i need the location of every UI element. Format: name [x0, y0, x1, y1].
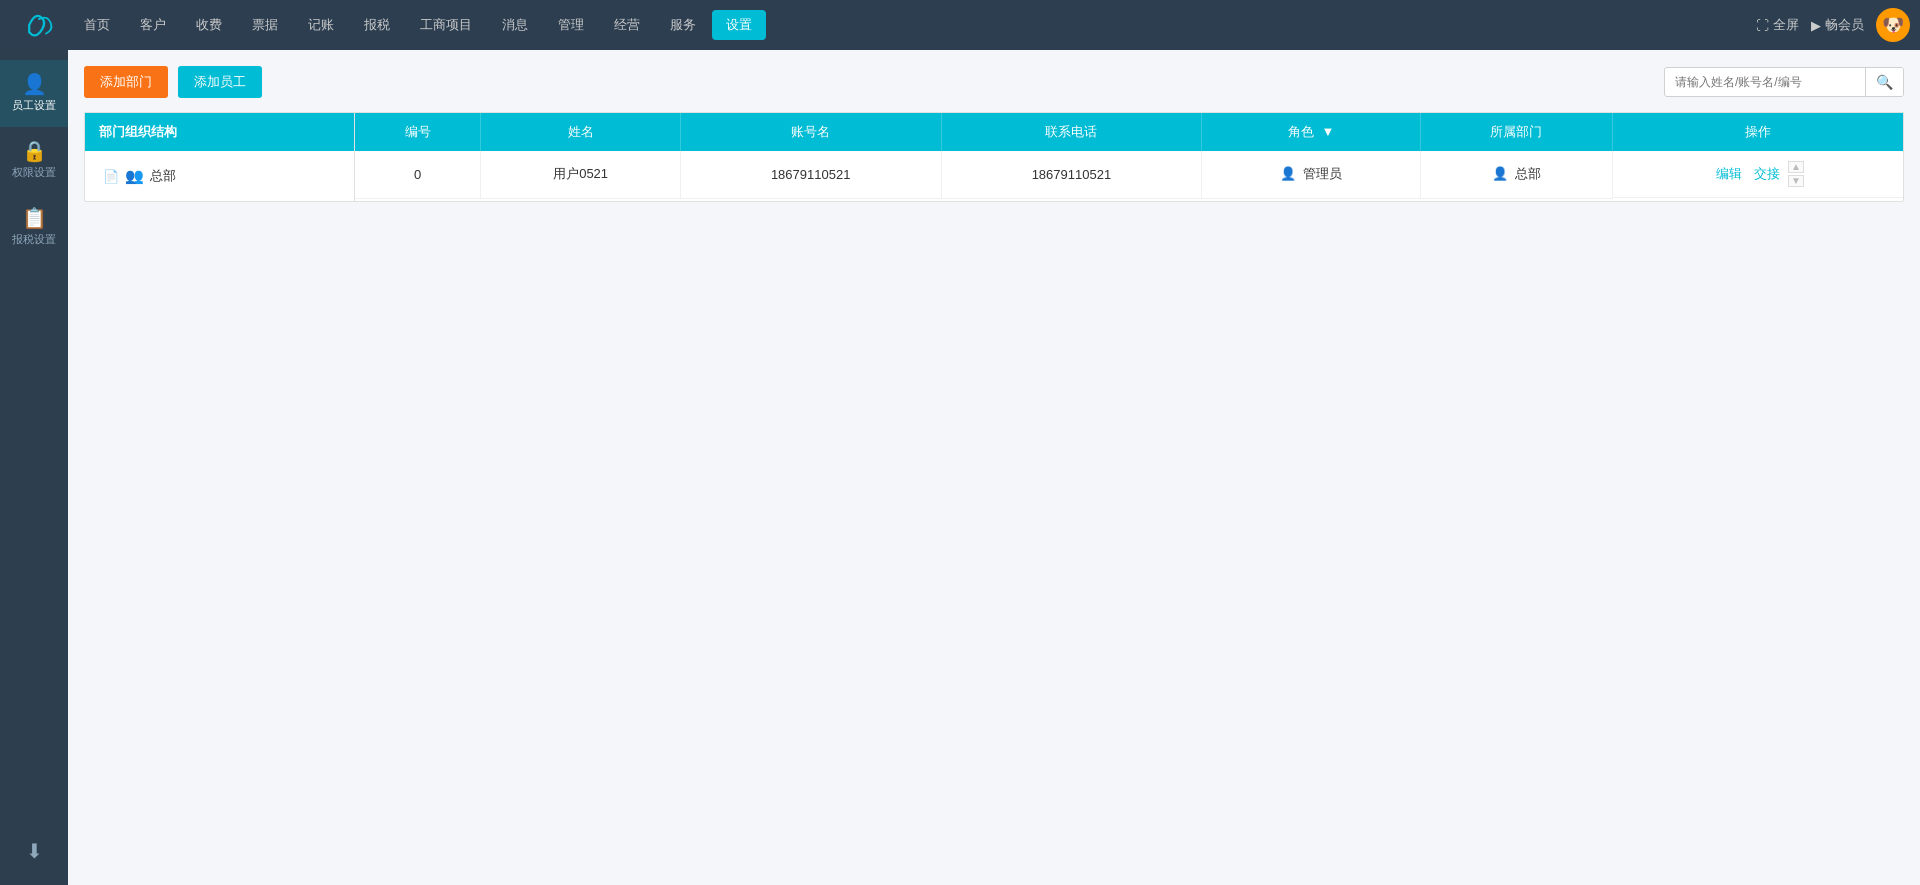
scroll-down[interactable]: ▼ — [1788, 175, 1804, 187]
vip-icon: ▶ — [1811, 18, 1821, 33]
role-user-icon: 👤 — [1280, 166, 1296, 181]
panel-layout: 部门组织结构 📄 👥 总部 编号 姓名 账号名 — [84, 112, 1904, 202]
role-label: 管理员 — [1303, 166, 1342, 181]
nav-business[interactable]: 工商项目 — [406, 10, 486, 40]
cell-account: 18679110521 — [680, 151, 941, 198]
col-actions: 操作 — [1612, 113, 1903, 151]
scroll-controls: ▲ ▼ — [1788, 161, 1804, 187]
nav-message[interactable]: 消息 — [488, 10, 542, 40]
nav-operation[interactable]: 经营 — [600, 10, 654, 40]
col-name: 姓名 — [481, 113, 680, 151]
nav-bills[interactable]: 票据 — [238, 10, 292, 40]
top-navigation: 首页 客户 收费 票据 记账 报税 工商项目 消息 管理 经营 服务 设置 ⛶ … — [0, 0, 1920, 50]
sidebar-item-permission[interactable]: 🔒 权限设置 — [0, 127, 68, 194]
taxsettings-icon: 📋 — [22, 208, 47, 228]
sidebar-label-employee: 员工设置 — [12, 98, 56, 113]
fullscreen-label: 全屏 — [1773, 16, 1799, 34]
dept-person-icon: 👥 — [125, 167, 144, 185]
nav-fee[interactable]: 收费 — [182, 10, 236, 40]
nav-home[interactable]: 首页 — [70, 10, 124, 40]
search-box: 🔍 — [1664, 67, 1904, 97]
nav-accounting[interactable]: 记账 — [294, 10, 348, 40]
add-emp-button[interactable]: 添加员工 — [178, 66, 262, 98]
nav-manage[interactable]: 管理 — [544, 10, 598, 40]
sidebar-label-permission: 权限设置 — [12, 165, 56, 180]
nav-tax[interactable]: 报税 — [350, 10, 404, 40]
cell-name: 用户0521 — [481, 151, 680, 198]
col-dept: 所属部门 — [1420, 113, 1612, 151]
sidebar-download[interactable]: ⬇ — [26, 827, 43, 875]
toolbar: 添加部门 添加员工 🔍 — [84, 66, 1904, 98]
logo — [10, 7, 70, 43]
cell-role: 👤 管理员 — [1202, 151, 1421, 198]
nav-service[interactable]: 服务 — [656, 10, 710, 40]
col-account: 账号名 — [680, 113, 941, 151]
tree-body: 📄 👥 总部 — [85, 151, 354, 201]
file-icon: 📄 — [103, 169, 119, 184]
tree-node-label: 总部 — [150, 167, 176, 185]
fullscreen-icon: ⛶ — [1756, 18, 1769, 33]
dept-label: 总部 — [1515, 166, 1541, 181]
table-header-row: 编号 姓名 账号名 联系电话 角色 ▼ 所属部门 操作 — [355, 113, 1903, 151]
employee-icon: 👤 — [22, 74, 47, 94]
transfer-link[interactable]: 交接 — [1750, 165, 1784, 183]
main-layout: 👤 员工设置 🔒 权限设置 📋 报税设置 ⬇ 添加部门 添加员工 🔍 — [0, 50, 1920, 885]
sidebar-bottom: ⬇ — [26, 827, 43, 885]
dept-user-icon: 👤 — [1492, 166, 1508, 181]
tree-node-root[interactable]: 📄 👥 总部 — [95, 161, 344, 191]
sidebar: 👤 员工设置 🔒 权限设置 📋 报税设置 ⬇ — [0, 50, 68, 885]
nav-settings[interactable]: 设置 — [712, 10, 766, 40]
nav-right: ⛶ 全屏 ▶ 畅会员 🐶 — [1756, 8, 1910, 42]
search-input[interactable] — [1665, 69, 1865, 95]
tree-panel: 部门组织结构 📄 👥 总部 — [85, 113, 355, 201]
content-area: 添加部门 添加员工 🔍 部门组织结构 📄 👥 总部 — [68, 50, 1920, 885]
fullscreen-button[interactable]: ⛶ 全屏 — [1756, 16, 1799, 34]
nav-items: 首页 客户 收费 票据 记账 报税 工商项目 消息 管理 经营 服务 设置 — [70, 10, 1756, 40]
table-panel: 编号 姓名 账号名 联系电话 角色 ▼ 所属部门 操作 — [355, 113, 1903, 201]
cell-dept: 👤 总部 — [1420, 151, 1612, 198]
sidebar-item-taxsettings[interactable]: 📋 报税设置 — [0, 194, 68, 261]
col-phone: 联系电话 — [941, 113, 1202, 151]
table-row: 0 用户0521 18679110521 18679110521 👤 管理员 👤… — [355, 151, 1903, 198]
employee-table: 编号 姓名 账号名 联系电话 角色 ▼ 所属部门 操作 — [355, 113, 1903, 199]
search-button[interactable]: 🔍 — [1865, 68, 1903, 96]
vip-button[interactable]: ▶ 畅会员 — [1811, 16, 1864, 34]
cell-phone: 18679110521 — [941, 151, 1202, 198]
sidebar-item-employee[interactable]: 👤 员工设置 — [0, 60, 68, 127]
avatar[interactable]: 🐶 — [1876, 8, 1910, 42]
vip-label: 畅会员 — [1825, 16, 1864, 34]
download-icon: ⬇ — [26, 841, 43, 861]
add-dept-button[interactable]: 添加部门 — [84, 66, 168, 98]
sidebar-label-taxsettings: 报税设置 — [12, 232, 56, 247]
nav-client[interactable]: 客户 — [126, 10, 180, 40]
cell-actions: 编辑 交接 ▲ ▼ — [1613, 151, 1903, 198]
col-id: 编号 — [355, 113, 481, 151]
cell-id: 0 — [355, 151, 481, 198]
col-role: 角色 ▼ — [1202, 113, 1421, 151]
edit-link[interactable]: 编辑 — [1712, 165, 1746, 183]
permission-icon: 🔒 — [22, 141, 47, 161]
filter-icon[interactable]: ▼ — [1321, 124, 1334, 139]
tree-header: 部门组织结构 — [85, 113, 354, 151]
scroll-up[interactable]: ▲ — [1788, 161, 1804, 173]
